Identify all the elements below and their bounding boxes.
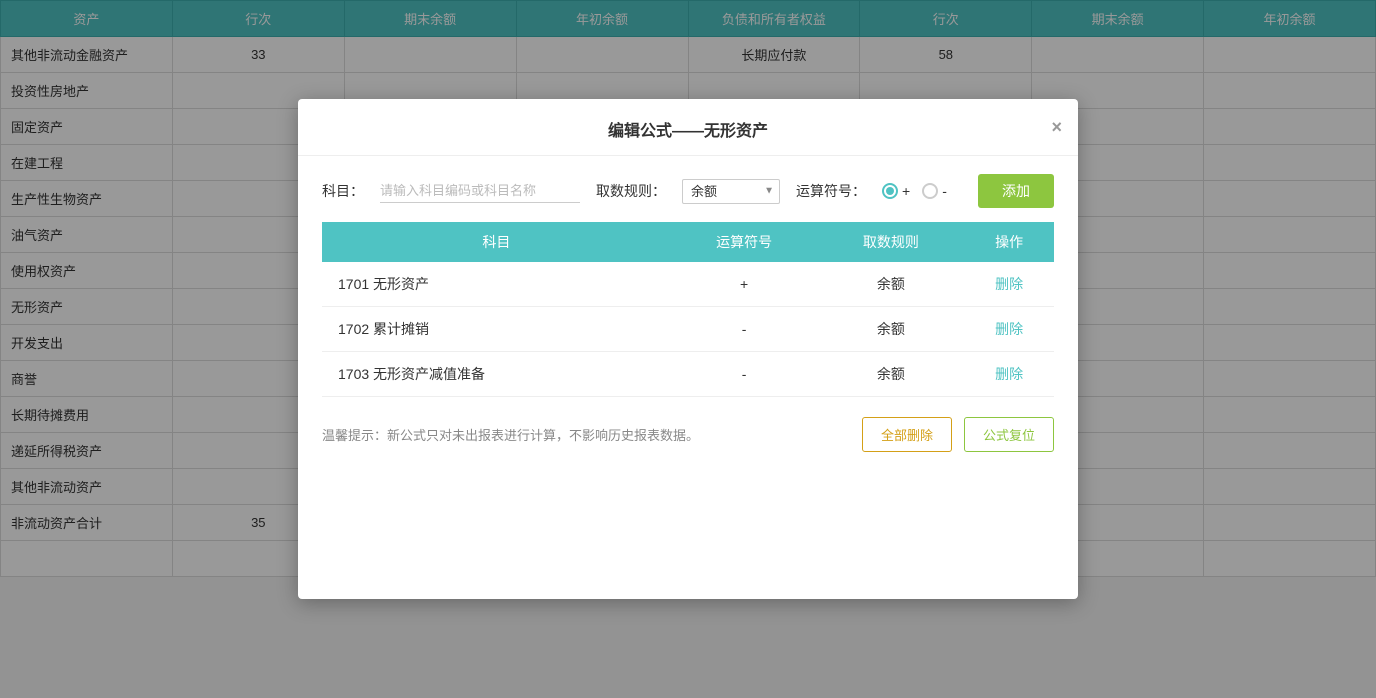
operator-label: 运算符号： [796, 181, 866, 201]
delete-row-button[interactable]: 删除 [995, 366, 1023, 382]
close-button[interactable]: × [1051, 118, 1062, 136]
inner-table: 科目 运算符号 取数规则 操作 1701 无形资产+余额删除1702 累计摊销-… [322, 222, 1054, 397]
radio-plus-label: + [902, 183, 910, 199]
subject-label: 科目： [322, 181, 364, 201]
modal-title: 编辑公式——无形资产 [608, 123, 768, 140]
col-action: 操作 [964, 222, 1054, 262]
delete-row-button[interactable]: 删除 [995, 321, 1023, 337]
radio-minus-circle [922, 183, 938, 199]
cell-subject: 1703 无形资产减值准备 [322, 352, 671, 397]
modal-overlay: 编辑公式——无形资产 × 科目： 取数规则： 余额 借方发生额 贷方发生额 运算… [0, 0, 1376, 698]
footer-buttons: 全部删除 公式复位 [862, 417, 1054, 452]
cell-operator: - [671, 307, 818, 352]
modal-dialog: 编辑公式——无形资产 × 科目： 取数规则： 余额 借方发生额 贷方发生额 运算… [298, 99, 1078, 599]
modal-footer: 温馨提示：新公式只对未出报表进行计算，不影响历史报表数据。 全部删除 公式复位 [298, 397, 1078, 452]
cell-rule: 余额 [817, 352, 964, 397]
cell-action: 删除 [964, 262, 1054, 307]
form-row: 科目： 取数规则： 余额 借方发生额 贷方发生额 运算符号： + - [298, 156, 1078, 222]
inner-table-row: 1702 累计摊销-余额 删除 [322, 307, 1054, 352]
col-subject: 科目 [322, 222, 671, 262]
footer-tip: 温馨提示：新公式只对未出报表进行计算，不影响历史报表数据。 [322, 425, 699, 444]
cell-operator: + [671, 262, 818, 307]
delete-all-button[interactable]: 全部删除 [862, 417, 952, 452]
reset-formula-button[interactable]: 公式复位 [964, 417, 1054, 452]
radio-minus[interactable]: - [922, 183, 947, 199]
modal-header: 编辑公式——无形资产 × [298, 99, 1078, 156]
inner-table-row: 1703 无形资产减值准备-余额 删除 [322, 352, 1054, 397]
cell-operator: - [671, 352, 818, 397]
radio-minus-label: - [942, 183, 947, 199]
rule-select-wrapper[interactable]: 余额 借方发生额 贷方发生额 [682, 179, 780, 204]
rule-select[interactable]: 余额 借方发生额 贷方发生额 [682, 179, 780, 204]
cell-rule: 余额 [817, 262, 964, 307]
cell-subject: 1701 无形资产 [322, 262, 671, 307]
subject-input[interactable] [380, 179, 580, 203]
inner-table-wrapper: 科目 运算符号 取数规则 操作 1701 无形资产+余额删除1702 累计摊销-… [322, 222, 1054, 397]
radio-plus-circle [882, 183, 898, 199]
rule-label: 取数规则： [596, 181, 666, 201]
col-rule: 取数规则 [817, 222, 964, 262]
cell-action: 删除 [964, 352, 1054, 397]
radio-plus[interactable]: + [882, 183, 910, 199]
cell-subject: 1702 累计摊销 [322, 307, 671, 352]
inner-table-row: 1701 无形资产+余额 删除 [322, 262, 1054, 307]
cell-action: 删除 [964, 307, 1054, 352]
add-button[interactable]: 添加 [978, 174, 1054, 208]
operator-radio-group: + - [882, 183, 947, 199]
col-operator: 运算符号 [671, 222, 818, 262]
delete-row-button[interactable]: 删除 [995, 276, 1023, 292]
cell-rule: 余额 [817, 307, 964, 352]
